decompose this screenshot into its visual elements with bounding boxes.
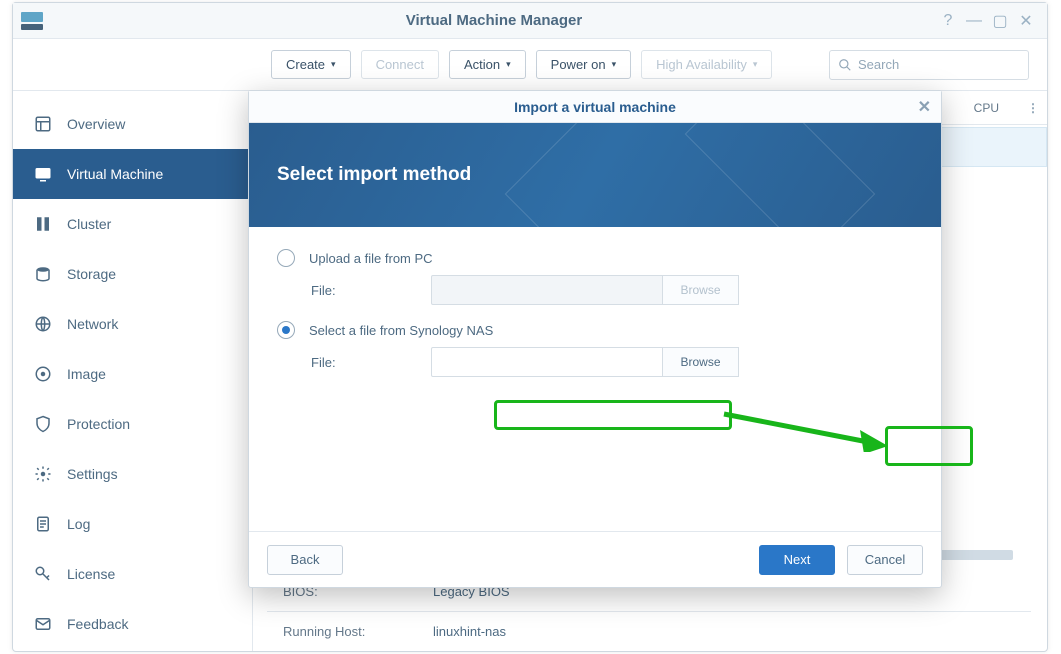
next-button[interactable]: Next xyxy=(759,545,835,575)
sidebar: Overview Virtual Machine Cluster Storage… xyxy=(13,91,253,651)
search-icon xyxy=(838,58,852,72)
back-button[interactable]: Back xyxy=(267,545,343,575)
sidebar-item-protection[interactable]: Protection xyxy=(13,399,252,449)
detail-host-label: Running Host: xyxy=(283,624,433,639)
detail-panel: BIOS:Legacy BIOS Running Host:linuxhint-… xyxy=(267,578,1031,645)
chevron-down-icon: ▾ xyxy=(612,59,617,70)
poweron-button[interactable]: Power on▾ xyxy=(536,50,631,79)
action-button[interactable]: Action▾ xyxy=(449,50,526,79)
window-title: Virtual Machine Manager xyxy=(53,12,935,29)
ha-button[interactable]: High Availability▾ xyxy=(641,50,772,79)
network-icon xyxy=(34,315,52,333)
storage-icon xyxy=(34,265,52,283)
sidebar-item-virtual-machine[interactable]: Virtual Machine xyxy=(13,149,252,199)
sidebar-item-image[interactable]: Image xyxy=(13,349,252,399)
close-icon[interactable]: ✕ xyxy=(918,97,931,117)
file-label: File: xyxy=(311,355,431,370)
sidebar-item-network[interactable]: Network xyxy=(13,299,252,349)
key-icon xyxy=(34,565,52,583)
radio-icon[interactable] xyxy=(277,249,295,267)
col-cpu: CPU xyxy=(974,101,999,115)
more-icon[interactable]: ⋮ xyxy=(1027,101,1039,115)
gear-icon xyxy=(34,465,52,483)
modal-footer: Back Next Cancel xyxy=(249,531,941,587)
sidebar-item-settings[interactable]: Settings xyxy=(13,449,252,499)
image-icon xyxy=(34,365,52,383)
sidebar-item-log[interactable]: Log xyxy=(13,499,252,549)
sidebar-item-feedback[interactable]: Feedback xyxy=(13,599,252,649)
option-upload-pc-label: Upload a file from PC xyxy=(309,251,433,266)
option-select-nas[interactable]: Select a file from Synology NAS xyxy=(277,321,913,339)
chevron-down-icon: ▾ xyxy=(506,59,511,70)
toolbar: Create▾ Connect Action▾ Power on▾ High A… xyxy=(13,39,1047,91)
browse-nas-button[interactable]: Browse xyxy=(663,347,739,377)
sidebar-item-storage[interactable]: Storage xyxy=(13,249,252,299)
file-input-pc xyxy=(431,275,663,305)
sidebar-item-cluster[interactable]: Cluster xyxy=(13,199,252,249)
modal-header: Select import method xyxy=(249,123,941,227)
option-upload-pc[interactable]: Upload a file from PC xyxy=(277,249,913,267)
connect-button[interactable]: Connect xyxy=(361,50,439,79)
usage-bar xyxy=(933,550,1013,560)
cancel-button[interactable]: Cancel xyxy=(847,545,923,575)
sidebar-item-license[interactable]: License xyxy=(13,549,252,599)
file-input-nas[interactable] xyxy=(431,347,663,377)
log-icon xyxy=(34,515,52,533)
chevron-down-icon: ▾ xyxy=(331,59,336,70)
create-button[interactable]: Create▾ xyxy=(271,50,351,79)
option-select-nas-label: Select a file from Synology NAS xyxy=(309,323,493,338)
chevron-down-icon: ▾ xyxy=(753,59,758,70)
overview-icon xyxy=(34,115,52,133)
radio-icon[interactable] xyxy=(277,321,295,339)
vm-icon xyxy=(34,165,52,183)
mail-icon xyxy=(34,615,52,633)
modal-title-text: Import a virtual machine xyxy=(514,99,676,115)
help-icon[interactable]: ? xyxy=(935,8,961,34)
close-icon[interactable]: ✕ xyxy=(1013,8,1039,34)
modal-body: Upload a file from PC File: Browse Selec… xyxy=(249,227,941,531)
app-icon xyxy=(21,12,43,30)
maximize-icon[interactable]: ▢ xyxy=(987,8,1013,34)
file-label: File: xyxy=(311,283,431,298)
modal-header-text: Select import method xyxy=(277,164,471,186)
modal-titlebar: Import a virtual machine ✕ xyxy=(249,91,941,123)
import-modal: Import a virtual machine ✕ Select import… xyxy=(248,90,942,588)
sidebar-item-overview[interactable]: Overview xyxy=(13,99,252,149)
titlebar: Virtual Machine Manager ? — ▢ ✕ xyxy=(13,3,1047,39)
protection-icon xyxy=(34,415,52,433)
detail-host-value: linuxhint-nas xyxy=(433,624,506,639)
minimize-icon[interactable]: — xyxy=(961,8,987,34)
browse-pc-button: Browse xyxy=(663,275,739,305)
cluster-icon xyxy=(34,215,52,233)
search-input[interactable]: Search xyxy=(829,50,1029,80)
